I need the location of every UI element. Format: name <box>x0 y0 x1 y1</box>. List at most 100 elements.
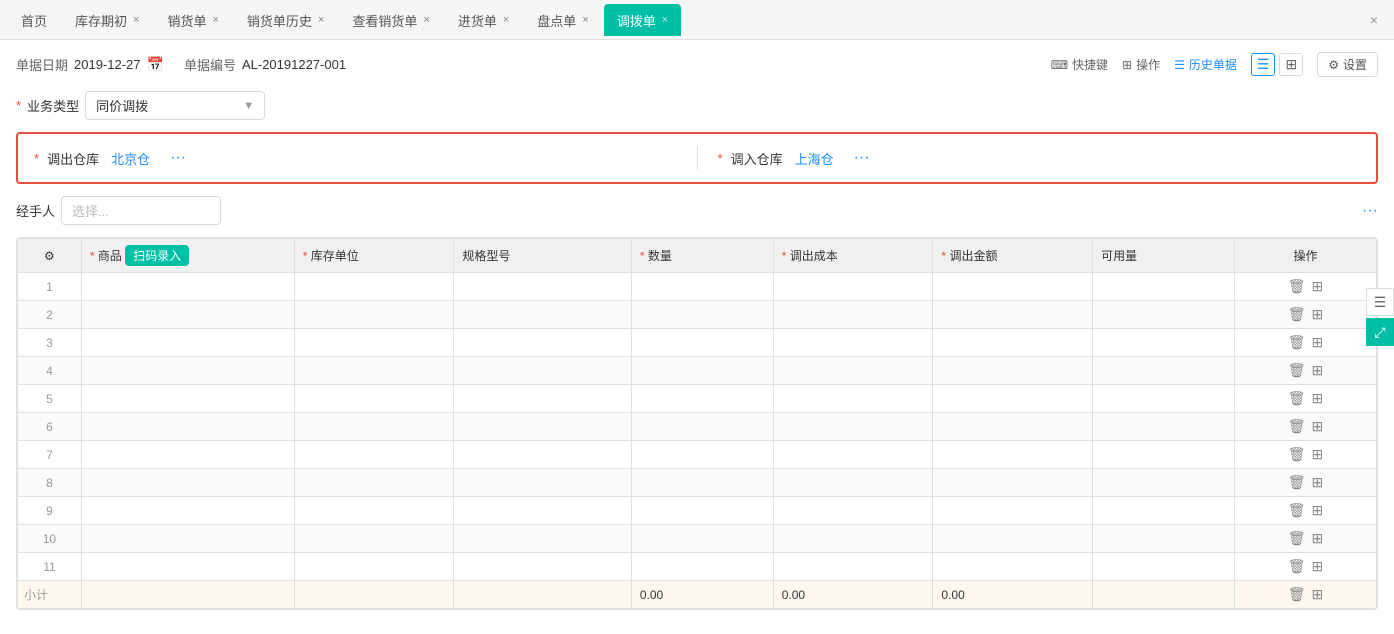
calendar-icon[interactable]: 📅 <box>147 56 164 73</box>
delete-icon[interactable]: 🗑 <box>1288 306 1306 323</box>
cell-amount[interactable] <box>933 525 1093 553</box>
cell-unit[interactable] <box>294 413 454 441</box>
cell-cost[interactable] <box>773 497 933 525</box>
delete-icon[interactable]: 🗑 <box>1288 334 1306 351</box>
cell-product[interactable] <box>81 553 294 581</box>
delete-icon[interactable]: 🗑 <box>1288 530 1306 547</box>
cell-spec[interactable] <box>454 385 631 413</box>
tab-transfer[interactable]: 调拨单 × <box>604 4 681 36</box>
cell-spec[interactable] <box>454 441 631 469</box>
cell-unit[interactable] <box>294 553 454 581</box>
cell-qty[interactable] <box>631 469 773 497</box>
cell-qty[interactable] <box>631 525 773 553</box>
copy-icon[interactable]: ⊞ <box>1312 362 1324 379</box>
tab-inventory[interactable]: 盘点单 × <box>524 4 601 36</box>
copy-icon[interactable]: ⊞ <box>1312 446 1324 463</box>
cell-qty[interactable] <box>631 301 773 329</box>
copy-icon[interactable]: ⊞ <box>1312 418 1324 435</box>
cell-unit[interactable] <box>294 357 454 385</box>
operation-button[interactable]: ⊞ 操作 <box>1122 56 1160 73</box>
cell-qty[interactable] <box>631 385 773 413</box>
cell-cost[interactable] <box>773 273 933 301</box>
cell-cost[interactable] <box>773 329 933 357</box>
cell-product[interactable] <box>81 301 294 329</box>
tab-initial-stock[interactable]: 库存期初 × <box>62 4 152 36</box>
cell-cost[interactable] <box>773 357 933 385</box>
cell-product[interactable] <box>81 329 294 357</box>
cell-spec[interactable] <box>454 525 631 553</box>
delete-icon[interactable]: 🗑 <box>1288 474 1306 491</box>
cell-unit[interactable] <box>294 301 454 329</box>
cell-product[interactable] <box>81 273 294 301</box>
cell-spec[interactable] <box>454 357 631 385</box>
cell-qty[interactable] <box>631 273 773 301</box>
copy-icon[interactable]: ⊞ <box>1312 558 1324 575</box>
cell-product[interactable] <box>81 469 294 497</box>
person-more-button[interactable]: ··· <box>1362 202 1378 220</box>
cell-spec[interactable] <box>454 469 631 497</box>
cell-product[interactable] <box>81 525 294 553</box>
cell-qty[interactable] <box>631 357 773 385</box>
cell-product[interactable] <box>81 385 294 413</box>
delete-icon[interactable]: 🗑 <box>1288 278 1306 295</box>
cell-product[interactable] <box>81 413 294 441</box>
cell-cost[interactable] <box>773 553 933 581</box>
delete-icon[interactable]: 🗑 <box>1288 446 1306 463</box>
tab-view-sales[interactable]: 查看销货单 × <box>339 4 442 36</box>
cell-unit[interactable] <box>294 497 454 525</box>
cell-amount[interactable] <box>933 329 1093 357</box>
float-list-button[interactable]: ☰ <box>1366 288 1394 316</box>
copy-icon[interactable]: ⊞ <box>1312 390 1324 407</box>
cell-unit[interactable] <box>294 441 454 469</box>
cell-qty[interactable] <box>631 553 773 581</box>
cell-qty[interactable] <box>631 413 773 441</box>
cell-product[interactable] <box>81 357 294 385</box>
cell-amount[interactable] <box>933 301 1093 329</box>
col-gear-icon[interactable]: ⚙ <box>44 249 55 263</box>
cell-amount[interactable] <box>933 357 1093 385</box>
cell-spec[interactable] <box>454 273 631 301</box>
in-warehouse-value[interactable]: 上海仓 <box>795 149 834 168</box>
delete-icon[interactable]: 🗑 <box>1288 558 1306 575</box>
in-warehouse-more-button[interactable]: ··· <box>854 149 870 167</box>
cell-qty[interactable] <box>631 329 773 357</box>
cell-unit[interactable] <box>294 525 454 553</box>
delete-icon[interactable]: 🗑 <box>1288 502 1306 519</box>
cell-amount[interactable] <box>933 273 1093 301</box>
cell-cost[interactable] <box>773 441 933 469</box>
cell-amount[interactable] <box>933 441 1093 469</box>
business-type-select[interactable]: 同价调拨 ▼ <box>85 91 265 120</box>
cell-amount[interactable] <box>933 469 1093 497</box>
scan-button[interactable]: 扫码录入 <box>125 245 189 266</box>
cell-product[interactable] <box>81 441 294 469</box>
cell-product[interactable] <box>81 497 294 525</box>
cell-qty[interactable] <box>631 497 773 525</box>
settings-button[interactable]: ⚙ 设置 <box>1317 52 1378 77</box>
tab-initial-stock-close[interactable]: × <box>133 14 139 26</box>
cell-cost[interactable] <box>773 469 933 497</box>
tab-home[interactable]: 首页 <box>8 4 60 36</box>
layout1-icon[interactable]: ☰ <box>1251 53 1276 76</box>
cell-spec[interactable] <box>454 553 631 581</box>
tab-sales-history-close[interactable]: × <box>318 14 324 26</box>
close-all-tabs-button[interactable]: × <box>1362 8 1386 32</box>
cell-cost[interactable] <box>773 525 933 553</box>
tab-purchase[interactable]: 进货单 × <box>445 4 522 36</box>
copy-icon[interactable]: ⊞ <box>1312 502 1324 519</box>
cell-spec[interactable] <box>454 497 631 525</box>
cell-cost[interactable] <box>773 413 933 441</box>
delete-icon[interactable]: 🗑 <box>1288 362 1306 379</box>
cell-spec[interactable] <box>454 329 631 357</box>
cell-unit[interactable] <box>294 385 454 413</box>
cell-cost[interactable] <box>773 385 933 413</box>
person-select[interactable]: 选择... <box>61 196 221 225</box>
cell-amount[interactable] <box>933 497 1093 525</box>
cell-amount[interactable] <box>933 413 1093 441</box>
cell-spec[interactable] <box>454 413 631 441</box>
cell-unit[interactable] <box>294 469 454 497</box>
history-button[interactable]: ☰ 历史单据 <box>1174 56 1237 73</box>
tab-view-sales-close[interactable]: × <box>423 14 429 26</box>
cell-qty[interactable] <box>631 441 773 469</box>
layout2-icon[interactable]: ⊞ <box>1279 53 1303 76</box>
out-warehouse-more-button[interactable]: ··· <box>170 149 186 167</box>
